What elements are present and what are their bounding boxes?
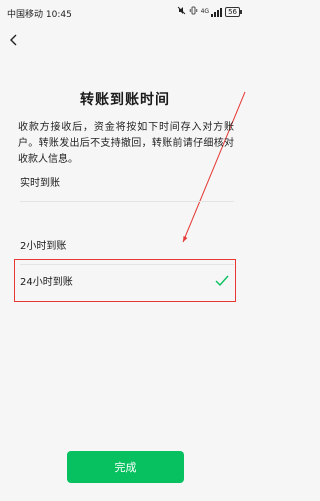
carrier-label: 中国移动 (7, 10, 44, 20)
option-label: 实时到账 (20, 177, 60, 189)
chevron-left-icon (10, 34, 17, 46)
battery-level-label: 56 (228, 8, 237, 16)
signal-icon (211, 7, 223, 17)
divider (20, 201, 234, 202)
check-icon (214, 273, 230, 289)
option-label: 2小时到账 (20, 240, 67, 252)
silent-icon (177, 6, 186, 18)
page-title: 转账到账时间 (80, 92, 170, 108)
status-right: 4G 56 (177, 6, 242, 18)
option-24-hours[interactable]: 24小时到账 (14, 259, 236, 302)
option-realtime[interactable]: 实时到账 (14, 161, 236, 201)
done-button[interactable]: 完成 (67, 451, 184, 483)
status-left: 中国移动 10:45 (7, 7, 72, 20)
vibrate-icon (189, 6, 198, 18)
option-label: 24小时到账 (20, 277, 73, 288)
status-bar: 中国移动 10:45 4G 56 (0, 0, 250, 26)
clock-label: 10:45 (45, 10, 72, 20)
option-2-hours[interactable]: 2小时到账 (14, 224, 236, 264)
battery-icon: 56 (225, 7, 242, 17)
network-type-label: 4G (200, 8, 210, 15)
back-button[interactable] (4, 30, 24, 50)
